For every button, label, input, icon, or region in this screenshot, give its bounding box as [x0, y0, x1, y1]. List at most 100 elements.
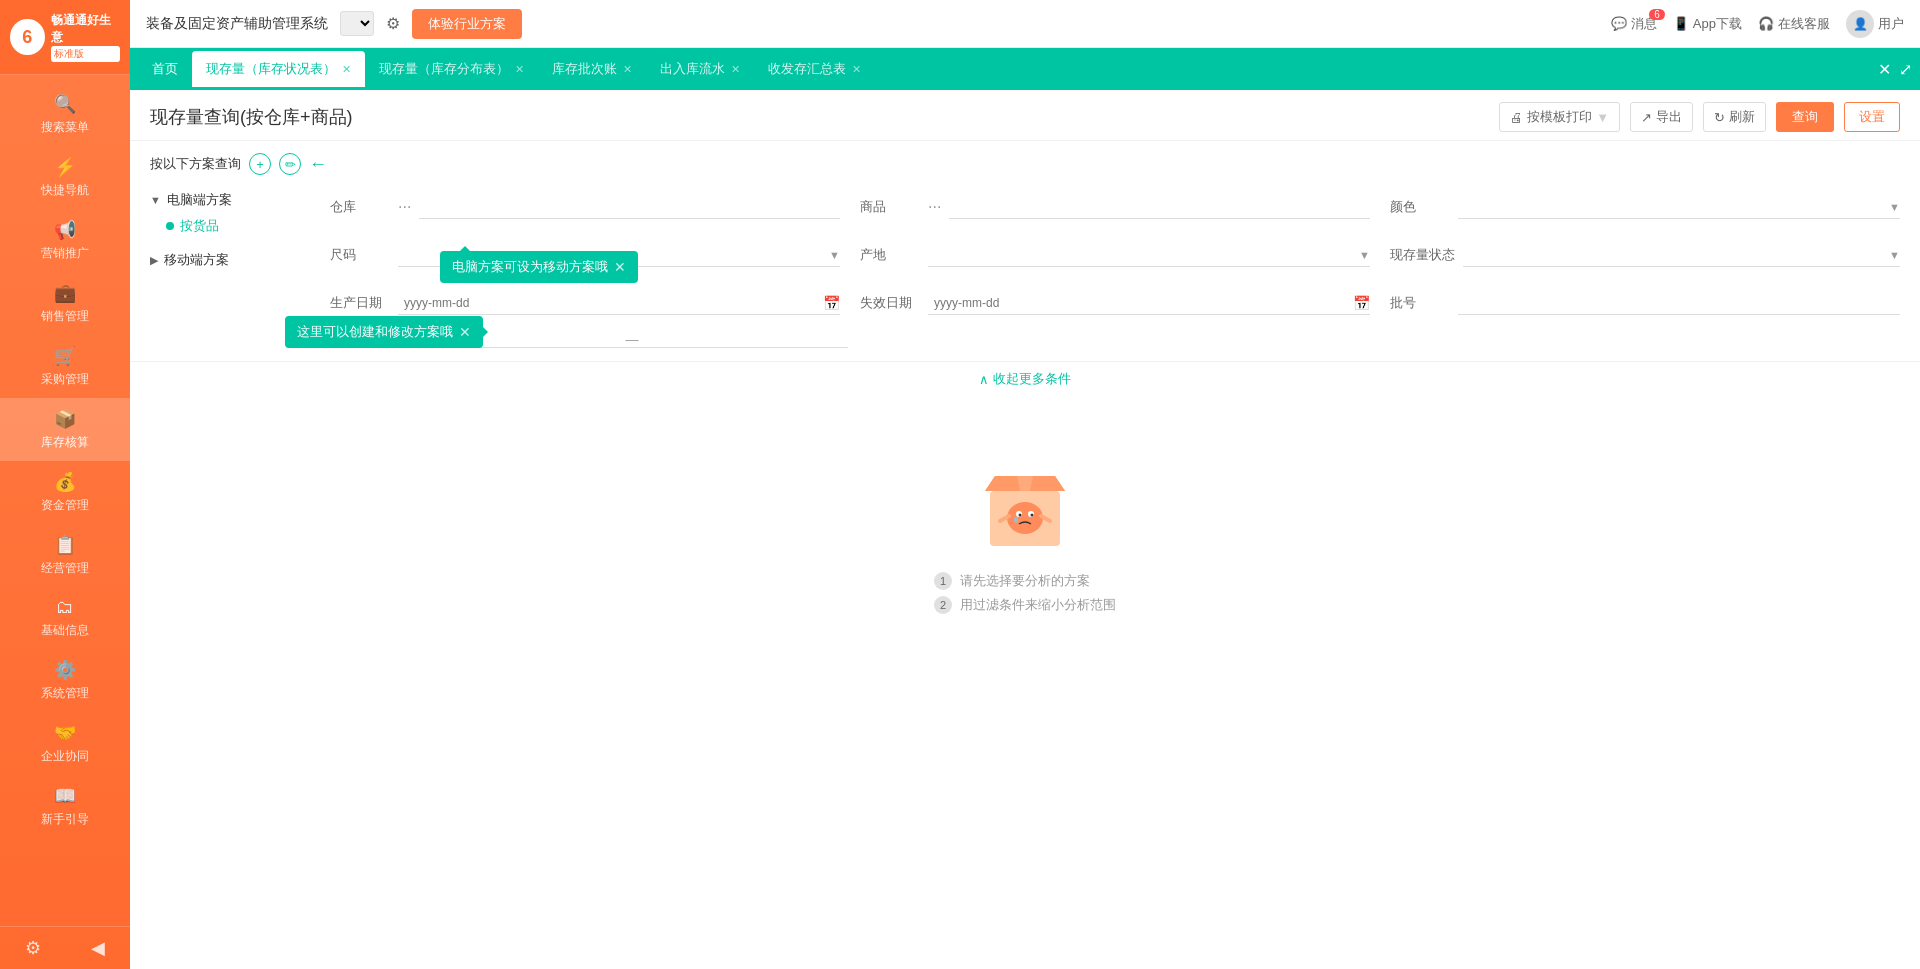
mfg-date-calendar-icon[interactable]: 📅 [823, 295, 840, 311]
sidebar-item-enterprise[interactable]: 🤝 企业协同 [0, 712, 130, 775]
sidebar-item-guide[interactable]: 📖 新手引导 [0, 775, 130, 838]
sidebar-item-quicknav[interactable]: ⚡ 快捷导航 [0, 146, 130, 209]
warehouse-input-area[interactable] [419, 195, 840, 219]
collapse-bar[interactable]: ∧ 收起更多条件 [130, 361, 1920, 396]
tab-inventory-status[interactable]: 现存量（库存状况表） ✕ [192, 51, 365, 87]
page-actions: 🖨 按模板打印 ▼ ↗ 导出 ↻ 刷新 查询 设置 [1499, 102, 1900, 132]
filter-edit-btn[interactable]: ✏ [279, 153, 301, 175]
tooltip1-close-btn[interactable]: ✕ [614, 259, 626, 275]
topbar: 装备及固定资产辅助管理系统 ⚙ 体验行业方案 💬 消息 6 📱 App下载 🎧 … [130, 0, 1920, 48]
sales-icon: 💼 [54, 282, 76, 304]
exp-date-calendar-icon[interactable]: 📅 [1353, 295, 1370, 311]
content-area: 现存量查询(按仓库+商品) 🖨 按模板打印 ▼ ↗ 导出 ↻ 刷新 查询 设置 [130, 90, 1920, 969]
scheme-pc[interactable]: ▼ 电脑端方案 [150, 187, 310, 213]
goods-input-area[interactable] [949, 195, 1370, 219]
sidebar-item-label: 库存核算 [41, 434, 89, 451]
tab-close-in-out-flow[interactable]: ✕ [731, 63, 740, 76]
online-support-label: 在线客服 [1778, 15, 1830, 33]
goods-dots[interactable]: ··· [928, 198, 941, 216]
user-avatar: 👤 [1846, 10, 1874, 38]
trial-btn[interactable]: 体验行业方案 [412, 9, 522, 39]
filter-add-btn[interactable]: + [249, 153, 271, 175]
collapse-label: 收起更多条件 [993, 370, 1071, 388]
sidebar-item-inventory[interactable]: 📦 库存核算 [0, 398, 130, 461]
message-badge: 6 [1649, 9, 1665, 20]
app-download-label: App下载 [1693, 15, 1742, 33]
sidebar-item-base[interactable]: 🗂 基础信息 [0, 587, 130, 649]
query-btn[interactable]: 查询 [1776, 102, 1834, 132]
tab-close-batch-ledger[interactable]: ✕ [623, 63, 632, 76]
step-num-1: 1 [934, 572, 952, 590]
topbar-system-name: 装备及固定资产辅助管理系统 [146, 15, 328, 33]
topbar-actions: 💬 消息 6 📱 App下载 🎧 在线客服 👤 用户 [1611, 10, 1904, 38]
filter-warehouse: 仓库 ··· [330, 195, 840, 219]
active-dot-icon [166, 222, 174, 230]
mfg-date-input[interactable] [398, 292, 823, 314]
exp-date-input[interactable] [928, 292, 1353, 314]
tab-close-inventory-status[interactable]: ✕ [342, 63, 351, 76]
svg-marker-3 [1030, 476, 1065, 491]
message-btn[interactable]: 💬 消息 6 [1611, 15, 1657, 33]
sidebar-item-finance[interactable]: 💰 资金管理 [0, 461, 130, 524]
tab-in-out-flow[interactable]: 出入库流水 ✕ [646, 51, 754, 87]
sidebar-item-sales[interactable]: 💼 销售管理 [0, 272, 130, 335]
tooltip2-close-btn[interactable]: ✕ [459, 324, 471, 340]
stock-main-max-input[interactable] [643, 332, 849, 347]
online-support-btn[interactable]: 🎧 在线客服 [1758, 15, 1830, 33]
sidebar-item-search[interactable]: 🔍 搜索菜单 [0, 83, 130, 146]
tab-collect-summary[interactable]: 收发存汇总表 ✕ [754, 51, 875, 87]
filter-goods: 商品 ··· [860, 195, 1370, 219]
stock-status-select[interactable] [1463, 243, 1889, 266]
step-1-text: 请先选择要分析的方案 [960, 572, 1090, 590]
refresh-btn[interactable]: ↻ 刷新 [1703, 102, 1766, 132]
tab-batch-ledger[interactable]: 库存批次账 ✕ [538, 51, 646, 87]
sidebar-item-label: 资金管理 [41, 497, 89, 514]
quicknav-icon: ⚡ [54, 156, 76, 178]
sidebar-item-operations[interactable]: 📋 经营管理 [0, 524, 130, 587]
stock-status-select-wrapper[interactable]: ▼ [1463, 243, 1900, 267]
print-btn[interactable]: 🖨 按模板打印 ▼ [1499, 102, 1620, 132]
sidebar-item-marketing[interactable]: 📢 营销推广 [0, 209, 130, 272]
user-btn[interactable]: 👤 用户 [1846, 10, 1904, 38]
mfg-date-wrapper[interactable]: 📅 [398, 292, 840, 315]
tab-close-collect-summary[interactable]: ✕ [852, 63, 861, 76]
tab-inventory-dist[interactable]: 现存量（库存分布表） ✕ [365, 51, 538, 87]
tabbar-right: ✕ ⤢ [1878, 60, 1912, 79]
tab-close-inventory-dist[interactable]: ✕ [515, 63, 524, 76]
tabbar-close-btn[interactable]: ✕ [1878, 60, 1891, 79]
batch-label: 批号 [1390, 294, 1450, 312]
setting-btn[interactable]: 设置 [1844, 102, 1900, 132]
scheme-item-by-goods[interactable]: 按货品 [166, 213, 310, 239]
color-label: 颜色 [1390, 198, 1450, 216]
filter-back-btn[interactable]: ← [309, 154, 327, 175]
origin-select-wrapper[interactable]: ▼ [928, 243, 1370, 267]
scheme-pc-label: 电脑端方案 [167, 191, 232, 209]
tab-home[interactable]: 首页 [138, 51, 192, 87]
tabbar-expand-btn[interactable]: ⤢ [1899, 60, 1912, 79]
sidebar-item-purchase[interactable]: 🛒 采购管理 [0, 335, 130, 398]
topbar-gear-icon[interactable]: ⚙ [386, 14, 400, 33]
svg-marker-2 [985, 476, 1020, 491]
settings-bottom-icon[interactable]: ⚙ [25, 937, 41, 959]
warehouse-dots[interactable]: ··· [398, 198, 411, 216]
stock-status-label: 现存量状态 [1390, 246, 1455, 264]
chevron-down-icon: ▼ [1596, 110, 1609, 125]
origin-label: 产地 [860, 246, 920, 264]
sidebar-item-system[interactable]: ⚙️ 系统管理 [0, 649, 130, 712]
system-select[interactable] [340, 11, 374, 36]
collapse-sidebar-icon[interactable]: ◀ [91, 937, 105, 959]
user-label: 用户 [1878, 15, 1904, 33]
marketing-icon: 📢 [54, 219, 76, 241]
svg-point-7 [1019, 514, 1022, 517]
color-select-wrapper[interactable]: ▼ [1458, 195, 1900, 219]
batch-input[interactable] [1458, 291, 1900, 315]
exp-date-wrapper[interactable]: 📅 [928, 292, 1370, 315]
app-download-btn[interactable]: 📱 App下载 [1673, 15, 1742, 33]
sidebar-item-label: 企业协同 [41, 748, 89, 765]
scheme-mobile[interactable]: ▶ 移动端方案 [150, 247, 310, 273]
color-select[interactable] [1458, 195, 1889, 218]
page-title: 现存量查询(按仓库+商品) [150, 105, 353, 129]
export-btn[interactable]: ↗ 导出 [1630, 102, 1693, 132]
origin-select[interactable] [928, 243, 1359, 266]
logo-icon: 6 [10, 19, 45, 55]
